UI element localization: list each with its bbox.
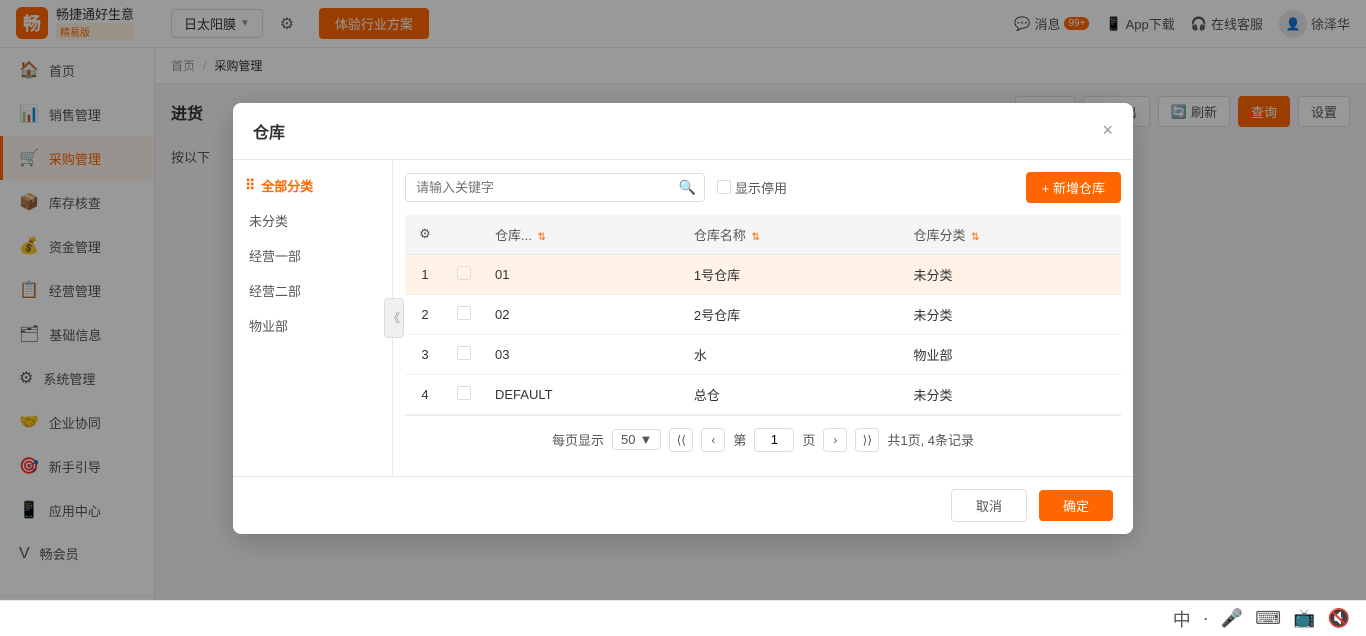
col-category-label: 仓库分类 bbox=[913, 228, 965, 243]
table-row[interactable]: 2 02 2号仓库 未分类 bbox=[405, 294, 1121, 334]
col-code[interactable]: 仓库... ⇅ bbox=[483, 215, 682, 255]
row-checkbox[interactable] bbox=[457, 346, 471, 360]
row-2-category: 未分类 bbox=[901, 294, 1121, 334]
pagination: 每页显示 50 ▼ ⟨⟨ ‹ 第 页 › ⟩⟩ 共1页, 4条记录 bbox=[405, 415, 1121, 464]
row-4-category: 未分类 bbox=[901, 374, 1121, 414]
row-3-num: 3 bbox=[405, 334, 445, 374]
table-header: ⚙ 仓库... ⇅ 仓库名称 ⇅ bbox=[405, 215, 1121, 255]
per-page-select[interactable]: 50 ▼ bbox=[612, 429, 661, 450]
row-4-num: 4 bbox=[405, 374, 445, 414]
col-code-label: 仓库... bbox=[495, 228, 532, 243]
category-item-unclassified[interactable]: 未分类 bbox=[233, 203, 392, 238]
modal-close-button[interactable]: × bbox=[1102, 120, 1113, 141]
all-categories-item[interactable]: ⠿ 全部分类 bbox=[233, 168, 392, 203]
row-checkbox[interactable] bbox=[457, 386, 471, 400]
show-disabled-checkbox[interactable] bbox=[717, 180, 731, 194]
row-3-checkbox[interactable] bbox=[445, 334, 483, 374]
row-2-code: 02 bbox=[483, 294, 682, 334]
row-checkbox[interactable] bbox=[457, 306, 471, 320]
row-1-code: 01 bbox=[483, 254, 682, 294]
last-page-button[interactable]: ⟩⟩ bbox=[855, 428, 879, 452]
col-checkbox bbox=[445, 215, 483, 255]
bottom-cn-icon[interactable]: 中 bbox=[1173, 606, 1191, 632]
page-number-input[interactable] bbox=[754, 428, 794, 452]
row-3-code: 03 bbox=[483, 334, 682, 374]
modal-footer: 取消 确定 bbox=[233, 476, 1133, 534]
per-page-arrow: ▼ bbox=[639, 432, 652, 447]
search-box: 🔍 bbox=[405, 173, 705, 202]
col-category[interactable]: 仓库分类 ⇅ bbox=[901, 215, 1121, 255]
row-4-code: DEFAULT bbox=[483, 374, 682, 414]
table-row[interactable]: 1 01 1号仓库 未分类 bbox=[405, 254, 1121, 294]
show-disabled-label: 显示停用 bbox=[735, 178, 787, 197]
modal-overlay[interactable]: 仓库 × ⠿ 全部分类 未分类 经营一部 经营二部 bbox=[0, 0, 1366, 636]
page-suffix: 页 bbox=[802, 430, 815, 449]
table-toolbar: 🔍 显示停用 + 新增仓库 bbox=[405, 172, 1121, 203]
row-4-name: 总仓 bbox=[682, 374, 902, 414]
table-body: 1 01 1号仓库 未分类 2 bbox=[405, 254, 1121, 414]
new-warehouse-button[interactable]: + 新增仓库 bbox=[1026, 172, 1121, 203]
col-name[interactable]: 仓库名称 ⇅ bbox=[682, 215, 902, 255]
table-row[interactable]: 3 03 水 物业部 bbox=[405, 334, 1121, 374]
per-page-value: 50 bbox=[621, 432, 635, 447]
per-page-label: 每页显示 bbox=[552, 430, 604, 449]
row-4-checkbox[interactable] bbox=[445, 374, 483, 414]
first-page-button[interactable]: ⟨⟨ bbox=[669, 428, 693, 452]
row-1-num: 1 bbox=[405, 254, 445, 294]
sort-name-icon: ⇅ bbox=[752, 232, 760, 243]
category-item-dept2[interactable]: 经营二部 bbox=[233, 273, 392, 308]
show-disabled-toggle[interactable]: 显示停用 bbox=[717, 178, 787, 197]
row-2-num: 2 bbox=[405, 294, 445, 334]
bottom-dot-icon: · bbox=[1203, 608, 1209, 629]
bottom-keyboard-icon[interactable]: ⌨ bbox=[1255, 608, 1281, 629]
warehouse-table: ⚙ 仓库... ⇅ 仓库名称 ⇅ bbox=[405, 215, 1121, 415]
bottom-mute-icon[interactable]: 🔇 bbox=[1328, 608, 1350, 629]
total-info: 共1页, 4条记录 bbox=[887, 430, 974, 449]
bottom-bar: 中 · 🎤 ⌨ 📺 🔇 bbox=[0, 600, 1366, 636]
warehouse-modal: 仓库 × ⠿ 全部分类 未分类 经营一部 经营二部 bbox=[233, 103, 1133, 534]
table-container: ⚙ 仓库... ⇅ 仓库名称 ⇅ bbox=[405, 215, 1121, 415]
table-row[interactable]: 4 DEFAULT 总仓 未分类 bbox=[405, 374, 1121, 414]
next-page-button[interactable]: › bbox=[823, 428, 847, 452]
grid-icon: ⠿ bbox=[245, 177, 255, 194]
category-item-dept1[interactable]: 经营一部 bbox=[233, 238, 392, 273]
category-item-property[interactable]: 物业部 bbox=[233, 308, 392, 343]
category-sidebar: ⠿ 全部分类 未分类 经营一部 经营二部 物业部 《 bbox=[233, 160, 393, 476]
cancel-button[interactable]: 取消 bbox=[951, 489, 1027, 522]
row-1-checkbox[interactable] bbox=[445, 254, 483, 294]
search-input[interactable] bbox=[406, 174, 671, 201]
col-name-label: 仓库名称 bbox=[694, 228, 746, 243]
sort-code-icon: ⇅ bbox=[537, 232, 545, 243]
sort-category-icon: ⇅ bbox=[971, 232, 979, 243]
row-1-category: 未分类 bbox=[901, 254, 1121, 294]
page-label: 第 bbox=[733, 430, 746, 449]
all-categories-label: 全部分类 bbox=[261, 176, 313, 195]
collapse-sidebar-button[interactable]: 《 bbox=[384, 298, 404, 338]
confirm-button[interactable]: 确定 bbox=[1039, 490, 1113, 521]
modal-body: ⠿ 全部分类 未分类 经营一部 经营二部 物业部 《 bbox=[233, 160, 1133, 476]
row-1-name: 1号仓库 bbox=[682, 254, 902, 294]
search-icon[interactable]: 🔍 bbox=[671, 179, 704, 196]
bottom-screen-icon[interactable]: 📺 bbox=[1293, 608, 1315, 629]
row-3-name: 水 bbox=[682, 334, 902, 374]
bottom-mic-icon[interactable]: 🎤 bbox=[1221, 608, 1243, 629]
modal-title: 仓库 bbox=[253, 119, 285, 143]
row-2-checkbox[interactable] bbox=[445, 294, 483, 334]
prev-page-button[interactable]: ‹ bbox=[701, 428, 725, 452]
table-area: 🔍 显示停用 + 新增仓库 ⚙ bbox=[393, 160, 1133, 476]
row-3-category: 物业部 bbox=[901, 334, 1121, 374]
row-checkbox[interactable] bbox=[457, 266, 471, 280]
col-settings[interactable]: ⚙ bbox=[405, 215, 445, 255]
row-2-name: 2号仓库 bbox=[682, 294, 902, 334]
modal-header: 仓库 × bbox=[233, 103, 1133, 160]
